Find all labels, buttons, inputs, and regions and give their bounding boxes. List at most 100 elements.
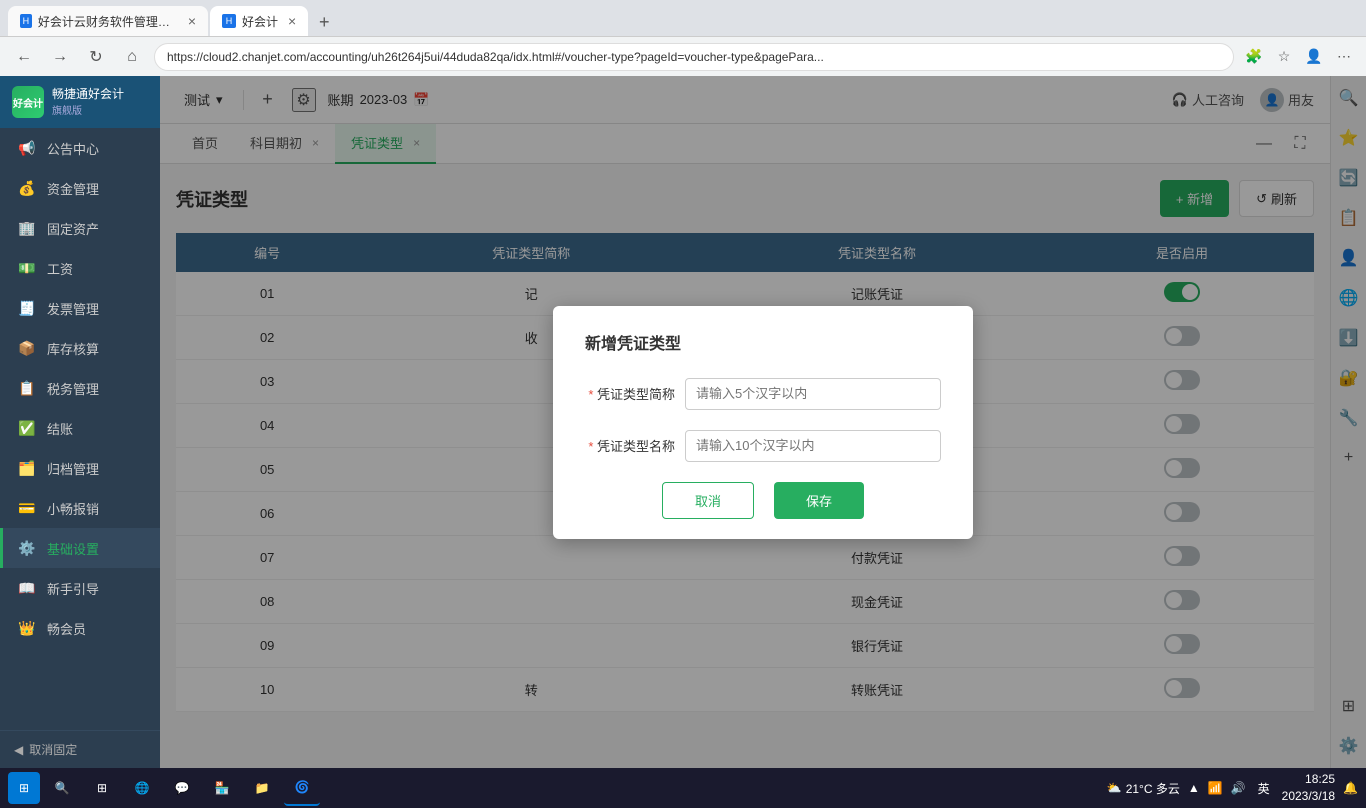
multitask-icon: ⊞ [97, 781, 107, 795]
taskbar-files[interactable]: 📁 [244, 770, 280, 806]
sidebar-label-archive: 归档管理 [47, 459, 99, 478]
modal-title: 新增凭证类型 [585, 330, 941, 354]
wechat-icon: 💬 [175, 781, 190, 795]
taskbar-browser[interactable]: 🌀 [284, 770, 320, 806]
short-name-label: 凭证类型简称 [585, 384, 685, 403]
taskbar-clock[interactable]: 18:25 2023/3/18 [1282, 771, 1335, 805]
sidebar-app-name: 畅捷通好会计 [52, 87, 124, 103]
tab-title-2: 好会计 [242, 13, 278, 30]
tab-close-1[interactable]: × [188, 13, 196, 29]
taskbar-store[interactable]: 🏪 [204, 770, 240, 806]
sidebar-label-payroll: 工资 [47, 259, 73, 278]
weather-icon: ⛅ [1107, 781, 1122, 795]
weather-text: 21°C 多云 [1126, 780, 1180, 797]
save-button[interactable]: 保存 [774, 482, 864, 519]
guide-icon: 📖 [17, 578, 37, 598]
files-icon: 📁 [255, 781, 270, 795]
store-icon: 🏪 [215, 781, 230, 795]
checkout-icon: ✅ [17, 418, 37, 438]
sidebar-label-checkout: 结账 [47, 419, 73, 438]
sidebar-label-expense: 小畅报销 [47, 499, 99, 518]
notifications-icon: 📢 [17, 138, 37, 158]
archive-icon: 🗂️ [17, 458, 37, 478]
address-bar: ← → ↻ ⌂ https://cloud2.chanjet.com/accou… [0, 36, 1366, 76]
extensions-button[interactable]: 🧩 [1242, 45, 1266, 69]
sidebar-app-info: 畅捷通好会计 旗舰版 [52, 87, 124, 118]
tab-favicon-1: H [20, 14, 32, 28]
inventory-icon: 📦 [17, 338, 37, 358]
taskbar-date-value: 2023/3/18 [1282, 788, 1335, 805]
taskbar: ⊞ 🔍 ⊞ 🌐 💬 🏪 📁 🌀 ⛅ 21°C 多云 ▲ 📶 🔊 英 18:25 … [0, 768, 1366, 808]
taskbar-search[interactable]: 🔍 [44, 770, 80, 806]
sidebar-item-funds[interactable]: 💰 资金管理 [0, 168, 160, 208]
sidebar-item-payroll[interactable]: 💵 工资 [0, 248, 160, 288]
modal-overlay: 新增凭证类型 凭证类型简称 凭证类型名称 取消 保存 [160, 76, 1366, 768]
sidebar-item-fixed-assets[interactable]: 🏢 固定资产 [0, 208, 160, 248]
sidebar-item-expense[interactable]: 💳 小畅报销 [0, 488, 160, 528]
unpin-label: 取消固定 [29, 741, 77, 758]
sidebar-items: 📢 公告中心 💰 资金管理 🏢 固定资产 💵 工资 🧾 发票管理 📦 库 [0, 128, 160, 730]
short-name-row: 凭证类型简称 [585, 378, 941, 410]
sidebar-item-invoices[interactable]: 🧾 发票管理 [0, 288, 160, 328]
url-input[interactable]: https://cloud2.chanjet.com/accounting/uh… [154, 43, 1234, 71]
member-icon: 👑 [17, 618, 37, 638]
browser-actions: 🧩 ☆ 👤 ⋯ [1242, 45, 1356, 69]
fixed-assets-icon: 🏢 [17, 218, 37, 238]
sidebar-logo: 好会计 [12, 86, 44, 118]
tab-bar: H 好会计云财务软件管理系统_会计 × H 好会计 × + [0, 0, 1366, 36]
full-name-input[interactable] [685, 430, 941, 462]
expense-icon: 💳 [17, 498, 37, 518]
forward-button[interactable]: → [46, 43, 74, 71]
sidebar-item-guide[interactable]: 📖 新手引导 [0, 568, 160, 608]
back-button[interactable]: ← [10, 43, 38, 71]
taskbar-right: ⛅ 21°C 多云 ▲ 📶 🔊 英 18:25 2023/3/18 🔔 [1107, 771, 1358, 805]
edge-icon: 🌐 [135, 781, 150, 795]
bookmark-button[interactable]: ☆ [1272, 45, 1296, 69]
taskbar-wechat[interactable]: 💬 [164, 770, 200, 806]
tab-close-2[interactable]: × [288, 13, 296, 29]
taskbar-time-value: 18:25 [1282, 771, 1335, 788]
language-button[interactable]: 英 [1254, 778, 1274, 799]
sidebar-label-guide: 新手引导 [47, 579, 99, 598]
sidebar-label-invoices: 发票管理 [47, 299, 99, 318]
notification-icon[interactable]: 🔔 [1343, 781, 1358, 795]
sidebar-header[interactable]: 好会计 畅捷通好会计 旗舰版 [0, 76, 160, 128]
volume-icon: 🔊 [1231, 781, 1246, 795]
settings-icon: ⚙️ [17, 538, 37, 558]
taskbar-arrow-up[interactable]: ▲ [1188, 781, 1200, 795]
sidebar-item-notifications[interactable]: 📢 公告中心 [0, 128, 160, 168]
sidebar-item-archive[interactable]: 🗂️ 归档管理 [0, 448, 160, 488]
sidebar-item-tax[interactable]: 📋 税务管理 [0, 368, 160, 408]
short-name-input[interactable] [685, 378, 941, 410]
menu-button[interactable]: ⋯ [1332, 45, 1356, 69]
sidebar-item-checkout[interactable]: ✅ 结账 [0, 408, 160, 448]
add-voucher-type-modal: 新增凭证类型 凭证类型简称 凭证类型名称 取消 保存 [553, 306, 973, 539]
unpin-icon: ◀ [14, 743, 23, 757]
browser-tab-1[interactable]: H 好会计云财务软件管理系统_会计 × [8, 6, 208, 36]
sidebar-label-inventory: 库存核算 [47, 339, 99, 358]
browser-tab-2[interactable]: H 好会计 × [210, 6, 308, 36]
sidebar: 好会计 畅捷通好会计 旗舰版 📢 公告中心 💰 资金管理 🏢 固定资产 💵 工资 [0, 76, 160, 768]
payroll-icon: 💵 [17, 258, 37, 278]
browser-chrome: H 好会计云财务软件管理系统_会计 × H 好会计 × + ← → ↻ ⌂ ht… [0, 0, 1366, 76]
sidebar-label-fixed-assets: 固定资产 [47, 219, 99, 238]
start-button[interactable]: ⊞ [8, 772, 40, 804]
sidebar-unpin[interactable]: ◀ 取消固定 [0, 730, 160, 768]
profile-button[interactable]: 👤 [1302, 45, 1326, 69]
cancel-button[interactable]: 取消 [662, 482, 754, 519]
home-button[interactable]: ⌂ [118, 43, 146, 71]
reload-button[interactable]: ↻ [82, 43, 110, 71]
sidebar-app-version: 旗舰版 [52, 102, 124, 117]
new-tab-button[interactable]: + [310, 8, 338, 36]
taskbar-weather: ⛅ 21°C 多云 [1107, 780, 1180, 797]
sidebar-label-member: 畅会员 [47, 619, 86, 638]
sidebar-item-member[interactable]: 👑 畅会员 [0, 608, 160, 648]
taskbar-multitasking[interactable]: ⊞ [84, 770, 120, 806]
sidebar-item-inventory[interactable]: 📦 库存核算 [0, 328, 160, 368]
tax-icon: 📋 [17, 378, 37, 398]
sidebar-label-funds: 资金管理 [47, 179, 99, 198]
taskbar-edge[interactable]: 🌐 [124, 770, 160, 806]
full-name-label: 凭证类型名称 [585, 436, 685, 455]
modal-actions: 取消 保存 [585, 482, 941, 519]
sidebar-item-settings[interactable]: ⚙️ 基础设置 [0, 528, 160, 568]
